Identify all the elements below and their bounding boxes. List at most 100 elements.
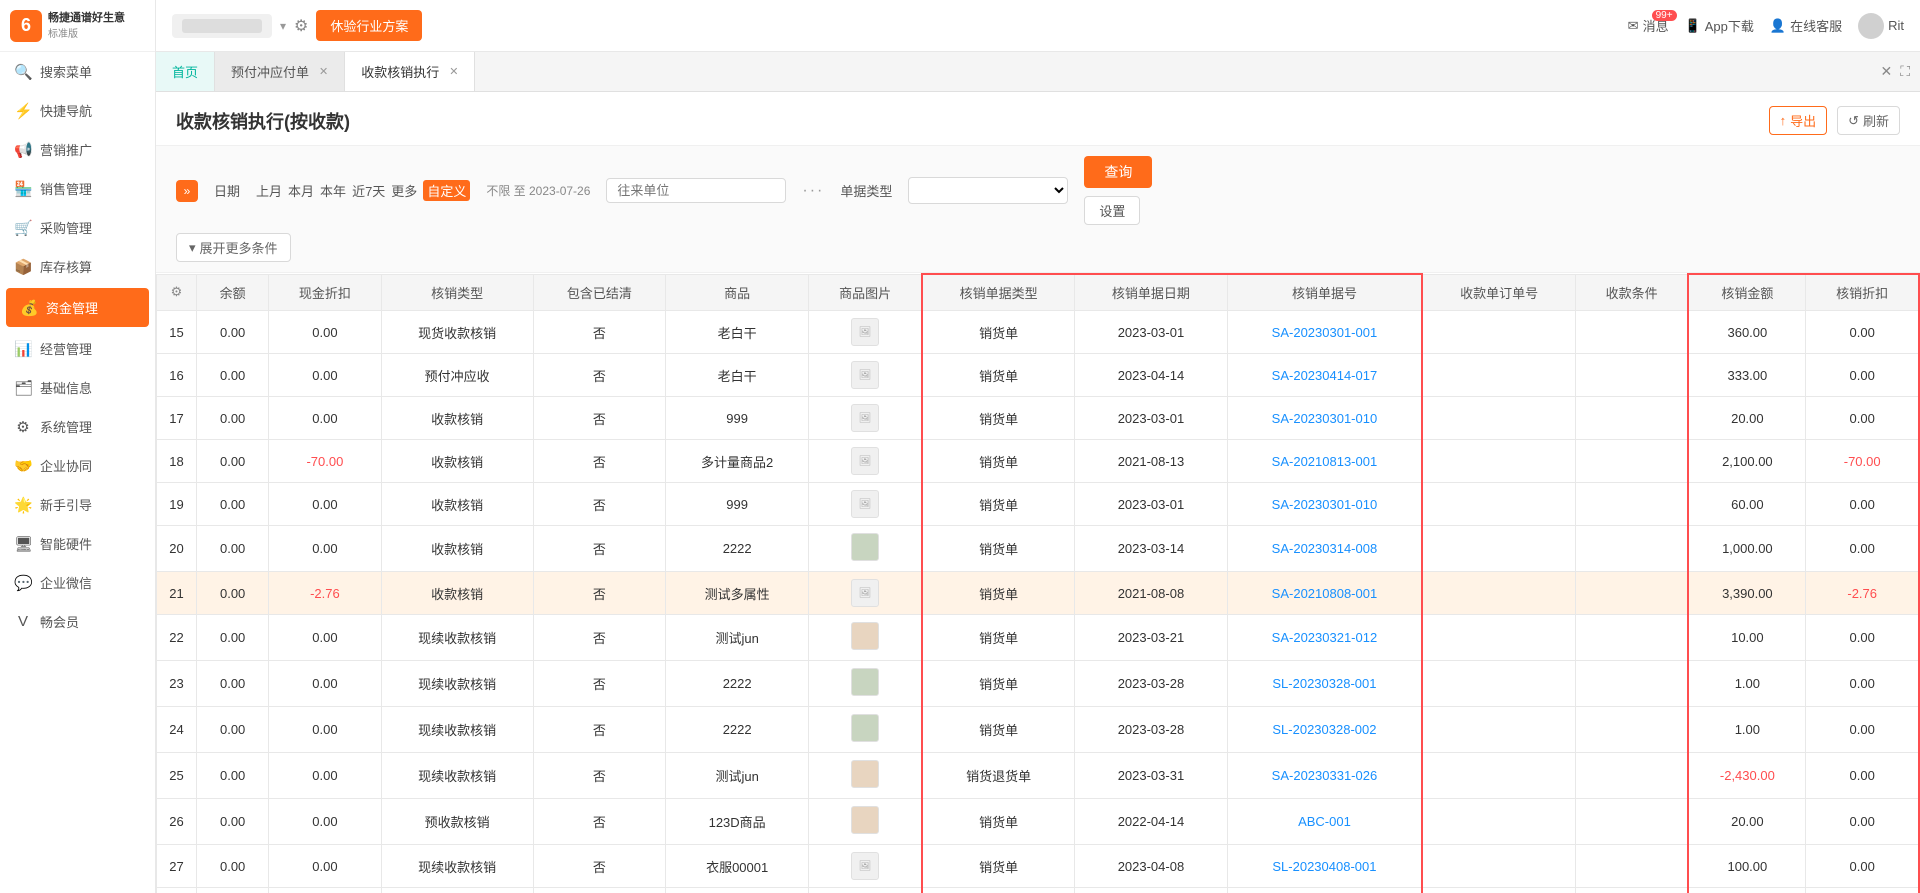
cell-cancel_bill_no: SL-20230418-001	[1227, 888, 1422, 893]
receipt-tab-close[interactable]: ✕	[449, 65, 458, 78]
close-window-icon[interactable]: ✕	[1880, 63, 1892, 80]
setting-button[interactable]: 设置	[1084, 196, 1140, 225]
sidebar-item-guide[interactable]: 🌟新手引导	[0, 485, 155, 524]
expand-more-button[interactable]: ▾ 展开更多条件	[176, 233, 291, 262]
date-opt-this-year[interactable]: 本年	[320, 181, 346, 200]
sidebar-item-purchase[interactable]: 🛒采购管理	[0, 208, 155, 247]
product-image: 🖼	[851, 490, 879, 518]
brand-text	[182, 19, 262, 33]
date-opt-custom[interactable]: 自定义	[423, 180, 470, 201]
cell-cancel_discount: -70.00	[1806, 440, 1919, 483]
sidebar-item-system[interactable]: ⚙系统管理	[0, 407, 155, 446]
sidebar-item-inventory[interactable]: 📦库存核算	[0, 247, 155, 286]
cell-cancel_bill_date: 2021-08-13	[1075, 440, 1227, 483]
sidebar-item-sales[interactable]: 🏪销售管理	[0, 169, 155, 208]
user-info[interactable]: Rit	[1858, 13, 1904, 39]
expand-icon[interactable]: ⛶	[1900, 63, 1910, 80]
cell-receipt_order_no	[1422, 526, 1575, 572]
bill-no-link[interactable]: SL-20230328-001	[1272, 676, 1376, 691]
cell-balance: 0.00	[197, 661, 269, 707]
cell-product_img	[809, 707, 922, 753]
bill-no-link[interactable]: SA-20230301-001	[1272, 325, 1378, 340]
bill-no-link[interactable]: SL-20230328-002	[1272, 722, 1376, 737]
tab-prepay[interactable]: 预付冲应付单 ✕	[215, 52, 345, 91]
refresh-button[interactable]: ↺ 刷新	[1837, 106, 1900, 135]
cell-receipt_condition	[1575, 661, 1688, 707]
cell-include_settled: 否	[533, 483, 665, 526]
prepay-tab-close[interactable]: ✕	[319, 65, 328, 78]
sidebar-item-wechat[interactable]: 💬企业微信	[0, 563, 155, 602]
tab-receipt[interactable]: 收款核销执行 ✕	[345, 52, 475, 91]
product-image: 🖼	[851, 447, 879, 475]
bill-no-link[interactable]: ABC-001	[1298, 814, 1351, 829]
bill-type-select[interactable]	[908, 177, 1068, 204]
cell-receipt_condition	[1575, 572, 1688, 615]
bill-no-link[interactable]: SA-20210813-001	[1272, 454, 1378, 469]
cell-cash_discount: 0.00	[269, 661, 381, 707]
cell-include_settled: 否	[533, 526, 665, 572]
sidebar-item-hardware[interactable]: 🖥智能硬件	[0, 524, 155, 563]
cell-receipt_order_no	[1422, 354, 1575, 397]
cell-cancel_bill_no: ABC-001	[1227, 799, 1422, 845]
filter-expand-button[interactable]: »	[176, 180, 198, 202]
gear-icon[interactable]: ⚙	[294, 16, 308, 36]
date-opt-7days[interactable]: 近7天	[352, 181, 385, 200]
expand-more-label: 展开更多条件	[200, 238, 278, 257]
online-service-btn[interactable]: 👤 在线客服	[1770, 16, 1842, 35]
bill-no-link[interactable]: SA-20230414-017	[1272, 368, 1378, 383]
sidebar-item-member[interactable]: V畅会员	[0, 602, 155, 641]
from-unit-input[interactable]	[606, 178, 786, 203]
app-download-btn[interactable]: 📱 App下载	[1685, 16, 1754, 35]
date-range: 不限 至 2023-07-26	[486, 182, 590, 199]
message-icon: ✉	[1628, 18, 1639, 34]
cell-product_img: 🖼	[809, 483, 922, 526]
dots-icon: ···	[802, 182, 824, 200]
chevron-down-icon: ▾	[189, 240, 196, 256]
query-button[interactable]: 查询	[1084, 156, 1152, 188]
message-btn[interactable]: ✉ 消息 99+	[1628, 16, 1669, 35]
logo-brand: 畅捷通谱好生意	[48, 11, 125, 25]
cell-cancel_amount: 20.00	[1688, 397, 1806, 440]
chevron-down-icon[interactable]: ▾	[280, 19, 286, 33]
sidebar-item-ops[interactable]: 📊经营管理	[0, 329, 155, 368]
cell-cancel_type: 收款核销	[381, 483, 533, 526]
purchase-icon: 🛒	[14, 219, 32, 237]
cell-receipt_condition	[1575, 845, 1688, 888]
col-settings[interactable]: ⚙	[157, 274, 197, 311]
bill-no-link[interactable]: SA-20230321-012	[1272, 630, 1378, 645]
settings-icon[interactable]: ⚙	[171, 284, 183, 299]
sidebar-item-marketing[interactable]: 📢营销推广	[0, 130, 155, 169]
sidebar-item-funds[interactable]: 💰资金管理	[6, 288, 149, 327]
tab-controls: ✕ ⛶	[1870, 52, 1920, 91]
cell-cancel_bill_date: 2023-04-18	[1075, 888, 1227, 893]
bill-no-link[interactable]: SA-20230314-008	[1272, 541, 1378, 556]
sidebar-item-search[interactable]: 🔍搜索菜单	[0, 52, 155, 91]
cell-product: 2222	[665, 661, 808, 707]
bill-no-link[interactable]: SL-20230408-001	[1272, 859, 1376, 874]
bill-no-link[interactable]: SA-20230301-010	[1272, 411, 1378, 426]
date-opt-this-month[interactable]: 本月	[288, 181, 314, 200]
sidebar-item-quick[interactable]: ⚡快捷导航	[0, 91, 155, 130]
avatar	[1858, 13, 1884, 39]
cell-cash_discount: 0.00	[269, 311, 381, 354]
cell-cancel_bill_type: 销货单	[922, 311, 1075, 354]
cell-product: 多计量商品2	[665, 440, 808, 483]
bill-no-link[interactable]: SA-20230331-026	[1272, 768, 1378, 783]
bill-no-link[interactable]: SA-20210808-001	[1272, 586, 1378, 601]
cell-cancel_bill_no: SA-20230321-012	[1227, 615, 1422, 661]
cell-product: 老白干	[665, 354, 808, 397]
date-opt-more[interactable]: 更多	[391, 181, 417, 200]
sidebar-item-corp[interactable]: 🤝企业协同	[0, 446, 155, 485]
tab-home[interactable]: 首页	[156, 52, 215, 91]
export-button[interactable]: ↑ 导出	[1769, 106, 1828, 135]
cell-include_settled: 否	[533, 845, 665, 888]
cell-receipt_order_no	[1422, 311, 1575, 354]
date-opt-last-month[interactable]: 上月	[256, 181, 282, 200]
cell-receipt_condition	[1575, 483, 1688, 526]
bill-no-link[interactable]: SA-20230301-010	[1272, 497, 1378, 512]
table-area[interactable]: ⚙余额现金折扣核销类型包含已结清商品商品图片核销单据类型核销单据日期核销单据号收…	[156, 273, 1920, 893]
sidebar-item-base[interactable]: 🗂基础信息	[0, 368, 155, 407]
cell-cash_discount: 0.00	[269, 845, 381, 888]
cell-rownum: 16	[157, 354, 197, 397]
industry-btn[interactable]: 休验行业方案	[316, 10, 422, 41]
